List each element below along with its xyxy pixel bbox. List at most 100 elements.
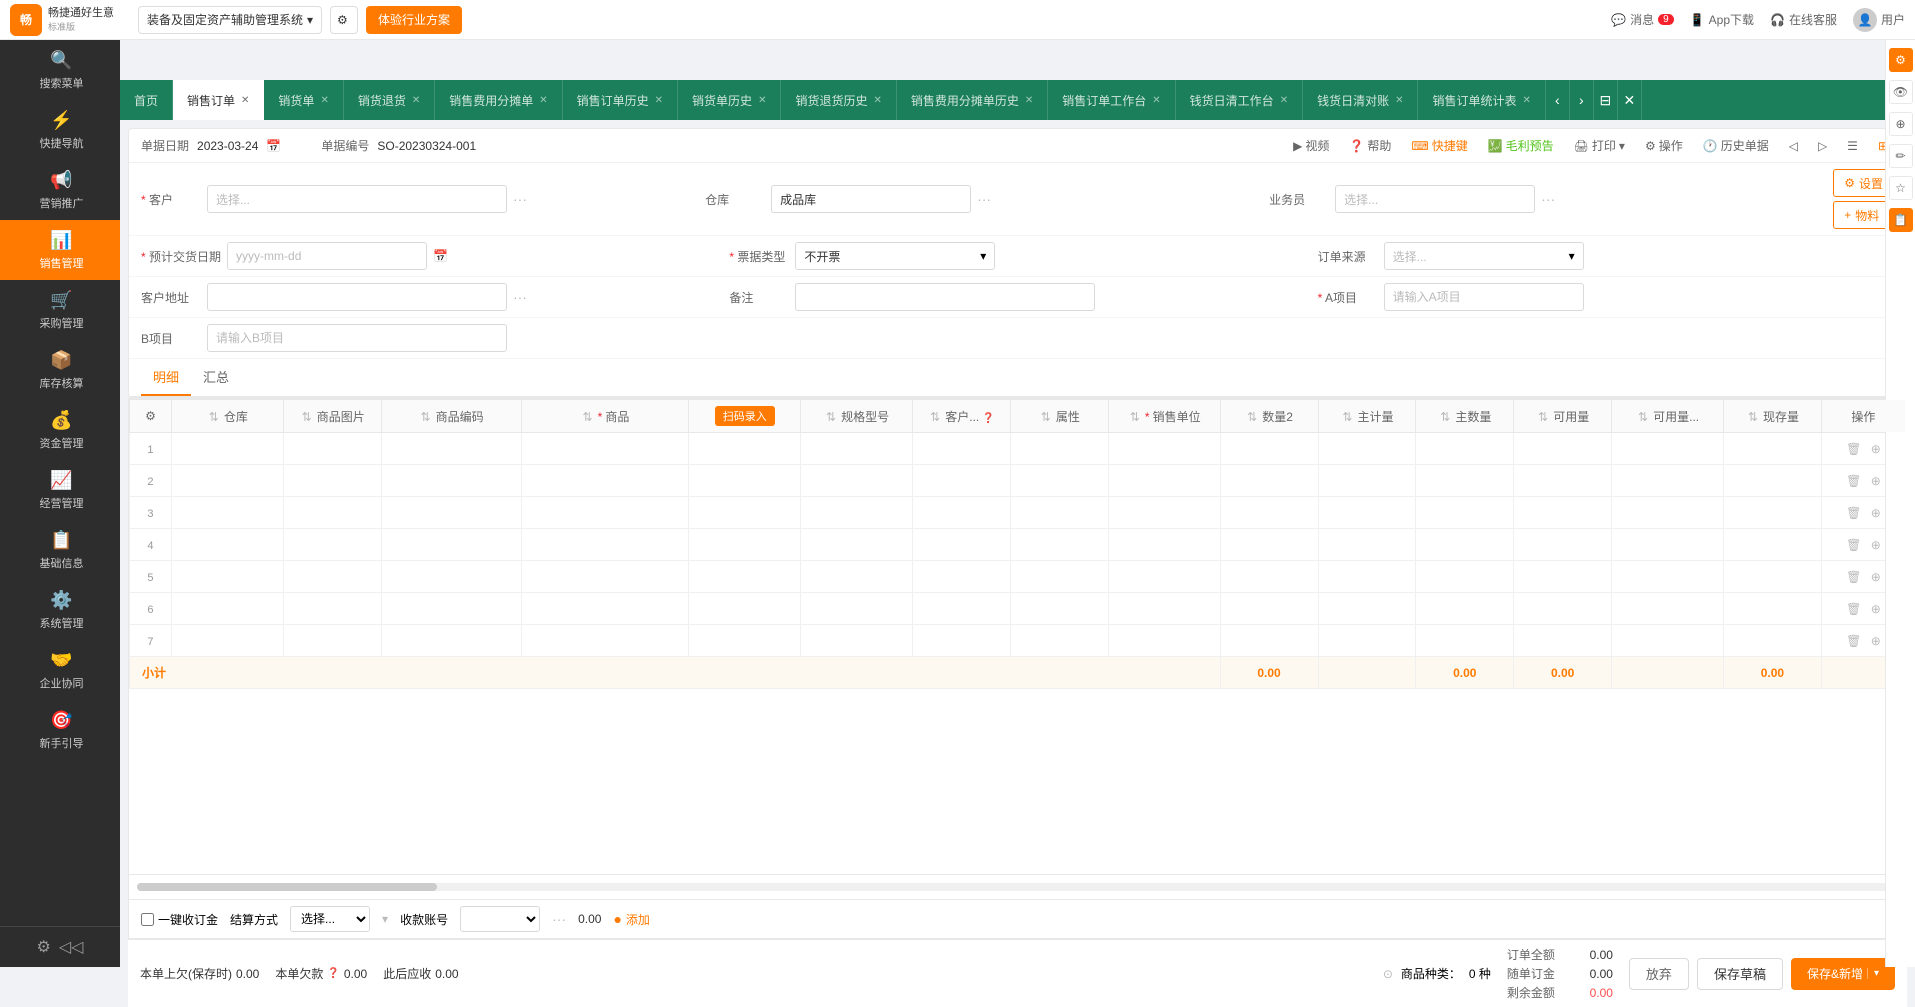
payment-select[interactable]: 选择... [290,906,370,932]
customer-more-icon[interactable]: ··· [513,191,527,207]
scan-btn[interactable]: 扫码录入 [715,406,775,426]
sidebar-item-navigation[interactable]: ⚡ 快捷导航 [0,100,120,160]
sidebar-item-inventory[interactable]: 📦 库存核算 [0,340,120,400]
sort-icon[interactable]: ⇅ [582,410,592,424]
sort-icon[interactable]: ⇅ [1638,410,1648,424]
warehouse-select[interactable]: 成品库 [771,185,971,213]
tab-expense-close-icon[interactable]: ✕ [539,95,547,106]
tab-expense-history[interactable]: 销售费用分摊单历史 ✕ [897,80,1048,120]
tab-expense[interactable]: 销售费用分摊单 ✕ [435,80,562,120]
sidebar-collapse-icon[interactable]: ◁◁ [59,937,84,957]
salesperson-more-icon[interactable]: ··· [1541,191,1555,207]
tab-daily-reconcile[interactable]: 钱货日清对账 ✕ [1303,80,1418,120]
profit-btn[interactable]: 💹 毛利预告 [1482,135,1560,156]
th-help-icon[interactable]: ❓ [982,413,994,424]
right-btn-3[interactable]: ⊕ [1889,112,1913,136]
tab-sales-return-close-icon[interactable]: ✕ [412,95,420,106]
add-account-btn[interactable]: ● 添加 [613,911,649,928]
salesperson-select[interactable]: 选择... [1335,185,1535,213]
property-cell[interactable] [1010,433,1108,465]
tab-detail[interactable]: 明细 [141,359,191,396]
sort-icon[interactable]: ⇅ [1041,410,1051,424]
sort-icon[interactable]: ⇅ [930,410,940,424]
sort-icon[interactable]: ⇅ [1247,410,1257,424]
copy-icon[interactable]: ⊕ [1871,442,1881,456]
b-project-input[interactable] [207,324,507,352]
save-new-btn[interactable]: 保存&新增 ▾ [1791,958,1895,990]
sort-icon[interactable]: ⇅ [1342,410,1352,424]
warehouse-more-icon[interactable]: ··· [977,191,991,207]
message-btn[interactable]: 💬 消息 9 [1611,11,1674,28]
shortcut-btn[interactable]: ⌨ 快捷键 [1405,135,1473,156]
sort-icon[interactable]: ⇅ [1748,410,1758,424]
tab-return-history-close-icon[interactable]: ✕ [873,95,881,106]
th-settings[interactable]: ⚙ [130,400,172,433]
tab-daily-workbench-close-icon[interactable]: ✕ [1280,95,1288,106]
scroll-thumb[interactable] [137,883,437,891]
customer-code-cell[interactable] [913,433,1011,465]
sidebar-item-guide[interactable]: 🎯 新手引导 [0,700,120,760]
tab-order-stats[interactable]: 销售订单统计表 ✕ [1418,80,1545,120]
tab-expense-history-close-icon[interactable]: ✕ [1025,95,1033,106]
quick-order-checkbox[interactable] [141,913,154,926]
tab-order-stats-close-icon[interactable]: ✕ [1523,95,1531,106]
tab-daily-workbench[interactable]: 钱货日清工作台 ✕ [1176,80,1303,120]
sidebar-item-sales[interactable]: 📊 销售管理 [0,220,120,280]
tab-home[interactable]: 首页 [120,80,173,120]
user-area[interactable]: 👤 用户 [1853,8,1905,32]
sidebar-item-search[interactable]: 🔍 搜索菜单 [0,40,120,100]
tab-order-workbench[interactable]: 销售订单工作台 ✕ [1048,80,1175,120]
right-btn-4[interactable]: ✏ [1889,144,1913,168]
online-service-btn[interactable]: 🎧 在线客服 [1770,11,1837,28]
copy-icon[interactable]: ⊕ [1871,474,1881,488]
industry-btn[interactable]: 体验行业方案 [366,6,462,34]
nav-prev-btn[interactable]: ◁ [1783,137,1804,155]
copy-icon[interactable]: ⊕ [1871,634,1881,648]
tab-next-btn[interactable]: › [1570,80,1594,120]
unit-cell[interactable] [1108,433,1220,465]
nav-next-btn[interactable]: ▷ [1812,137,1833,155]
sidebar-item-purchase[interactable]: 🛒 采购管理 [0,280,120,340]
sidebar-item-operations[interactable]: 📈 经营管理 [0,460,120,520]
tab-sales-invoice-close-icon[interactable]: ✕ [320,95,328,106]
save-new-arrow-icon[interactable]: ▾ [1867,968,1879,979]
tab-sales-order[interactable]: 销售订单 ✕ [173,80,264,120]
tab-expand-btn[interactable]: ⊟ [1594,80,1618,120]
sort-icon[interactable]: ⇅ [302,410,312,424]
tab-invoice-history[interactable]: 销货单历史 ✕ [678,80,781,120]
app-download-btn[interactable]: 📱 App下载 [1690,11,1754,28]
discard-btn[interactable]: 放弃 [1629,958,1689,990]
customer-address-select[interactable] [207,283,507,311]
system-selector[interactable]: 装备及固定资产辅助管理系统 ▾ [138,6,322,34]
right-btn-5[interactable]: ☆ [1889,176,1913,200]
delete-icon[interactable]: 🗑 [1846,602,1861,616]
view-btn[interactable]: ▶ 视频 [1287,135,1335,156]
operate-btn[interactable]: ⚙ 操作 [1639,135,1689,156]
qty2-cell[interactable] [1220,433,1318,465]
print-btn[interactable]: 🖨 打印 ▾ [1568,135,1631,156]
list-view-btn[interactable]: ☰ [1841,137,1864,155]
sort-icon[interactable]: ⇅ [209,410,219,424]
account-select[interactable] [460,906,540,932]
invoice-type-select[interactable]: 不开票 ▾ [795,242,995,270]
help-icon[interactable]: ❓ [327,968,339,979]
help-btn[interactable]: ❓ 帮助 [1343,135,1397,156]
sidebar-item-basic[interactable]: 📋 基础信息 [0,520,120,580]
right-btn-6[interactable]: 📋 [1889,208,1913,232]
a-project-input[interactable] [1384,283,1584,311]
calendar-icon[interactable]: 📅 [433,249,448,263]
copy-icon[interactable]: ⊕ [1871,506,1881,520]
delete-icon[interactable]: 🗑 [1846,442,1861,456]
calendar-icon[interactable]: 📅 [266,139,281,153]
warehouse-cell[interactable] [171,433,283,465]
note-input[interactable] [795,283,1095,311]
tab-prev-btn[interactable]: ‹ [1546,80,1570,120]
tab-order-history-close-icon[interactable]: ✕ [655,95,663,106]
save-draft-btn[interactable]: 保存草稿 [1697,958,1783,990]
sidebar-item-marketing[interactable]: 📢 营销推广 [0,160,120,220]
copy-icon[interactable]: ⊕ [1871,570,1881,584]
sort-icon[interactable]: ⇅ [1538,410,1548,424]
main-qty-cell[interactable] [1416,433,1514,465]
sort-icon[interactable]: ⇅ [1440,410,1450,424]
address-more-icon[interactable]: ··· [513,289,527,305]
